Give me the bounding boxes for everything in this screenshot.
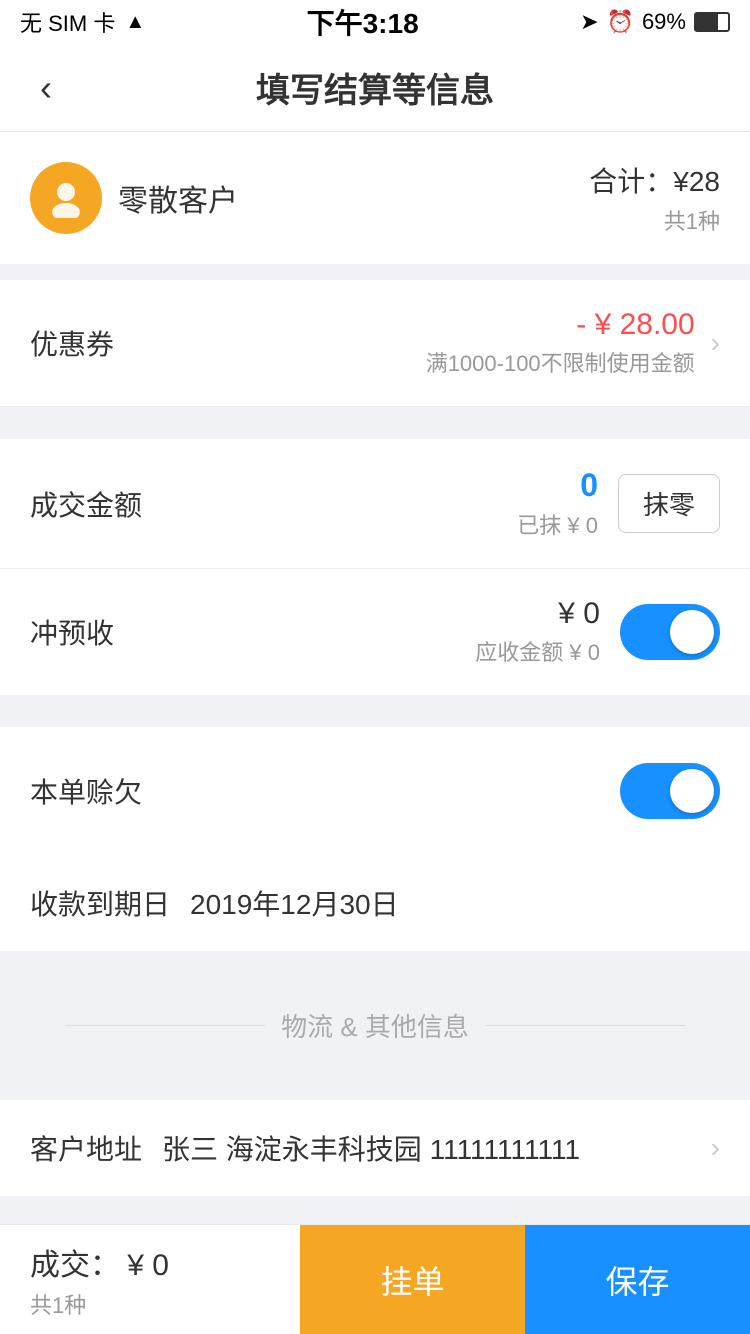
bottom-summary: 成交： ¥ 0 共1种 bbox=[0, 1240, 300, 1320]
credit-label: 本单赊欠 bbox=[30, 771, 142, 811]
address-label: 客户地址 bbox=[30, 1128, 142, 1168]
nav-bar: ‹ 填写结算等信息 bbox=[0, 44, 750, 132]
address-chevron-icon: › bbox=[711, 1132, 720, 1164]
precollect-label: 冲预收 bbox=[30, 612, 114, 652]
deal-amount-value: 0 bbox=[517, 467, 598, 504]
section-header: 物流 & 其他信息 bbox=[0, 983, 750, 1068]
battery-text: 69% bbox=[642, 9, 686, 35]
precollect-right: ¥ 0 应收金额 ¥ 0 bbox=[475, 597, 720, 667]
customer-avatar bbox=[30, 162, 102, 234]
customer-summary: 合计：¥28 共1种 bbox=[589, 160, 720, 236]
credit-row: 本单赊欠 bbox=[0, 727, 750, 855]
pending-button[interactable]: 挂单 bbox=[300, 1225, 525, 1334]
divider-1 bbox=[0, 423, 750, 439]
address-value: 张三 海淀永丰科技园 11111111111 bbox=[162, 1128, 580, 1168]
address-left: 客户地址 张三 海淀永丰科技园 11111111111 bbox=[30, 1128, 580, 1168]
address-section: 客户地址 张三 海淀永丰科技园 11111111111 › bbox=[0, 1100, 750, 1196]
bottom-bar: 成交： ¥ 0 共1种 挂单 保存 bbox=[0, 1224, 750, 1334]
save-button[interactable]: 保存 bbox=[525, 1225, 750, 1334]
credit-section: 本单赊欠 收款到期日 2019年12月30日 bbox=[0, 727, 750, 951]
customer-left: 零散客户 bbox=[30, 162, 238, 234]
nav-title: 填写结算等信息 bbox=[256, 63, 494, 112]
address-row[interactable]: 客户地址 张三 海淀永丰科技园 11111111111 › bbox=[0, 1100, 750, 1196]
wifi-icon: ▲ bbox=[125, 11, 145, 34]
coupon-right: - ¥ 28.00 满1000-100不限制使用金额 › bbox=[426, 308, 720, 378]
status-right: ➤ ⏰ 69% bbox=[580, 9, 730, 35]
coupon-label: 优惠券 bbox=[30, 323, 114, 363]
divider-2 bbox=[0, 711, 750, 727]
status-bar: 无 SIM 卡 ▲ 下午3:18 ➤ ⏰ 69% bbox=[0, 0, 750, 44]
precollect-toggle[interactable] bbox=[620, 604, 720, 660]
bottom-actions: 挂单 保存 bbox=[300, 1225, 750, 1334]
status-left: 无 SIM 卡 ▲ bbox=[20, 6, 145, 38]
coupon-row[interactable]: 优惠券 - ¥ 28.00 满1000-100不限制使用金额 › bbox=[0, 280, 750, 407]
customer-name: 零散客户 bbox=[118, 176, 238, 220]
duedate-row[interactable]: 收款到期日 2019年12月30日 bbox=[0, 855, 750, 951]
precollect-amount: ¥ 0 bbox=[475, 597, 600, 631]
divider-3 bbox=[0, 967, 750, 983]
round-zero-button[interactable]: 抹零 bbox=[618, 474, 720, 533]
customer-row: 零散客户 合计：¥28 共1种 bbox=[0, 132, 750, 264]
deal-amount-row: 成交金额 0 已抹 ¥ 0 抹零 bbox=[0, 439, 750, 569]
back-button[interactable]: ‹ bbox=[30, 57, 62, 119]
precollect-sub: 应收金额 ¥ 0 bbox=[475, 635, 600, 667]
coupon-value: - ¥ 28.00 满1000-100不限制使用金额 bbox=[426, 308, 695, 378]
content: 零散客户 合计：¥28 共1种 优惠券 - ¥ 28.00 满1000-100不… bbox=[0, 132, 750, 1332]
deal-value-col: 0 已抹 ¥ 0 bbox=[517, 467, 598, 540]
bottom-deal-label: 成交： bbox=[30, 1249, 120, 1282]
duedate-label: 收款到期日 bbox=[30, 883, 170, 923]
coupon-section: 优惠券 - ¥ 28.00 满1000-100不限制使用金额 › bbox=[0, 280, 750, 407]
bottom-count: 共1种 bbox=[30, 1288, 270, 1320]
coupon-amount: - ¥ 28.00 bbox=[426, 308, 695, 342]
location-icon: ➤ bbox=[580, 9, 598, 35]
bottom-deal: 成交： ¥ 0 bbox=[30, 1240, 270, 1284]
alarm-icon: ⏰ bbox=[607, 9, 634, 35]
credit-toggle[interactable] bbox=[620, 763, 720, 819]
precollect-value-col: ¥ 0 应收金额 ¥ 0 bbox=[475, 597, 600, 667]
coupon-desc: 满1000-100不限制使用金额 bbox=[426, 346, 695, 378]
customer-count: 共1种 bbox=[589, 204, 720, 236]
precollect-row: 冲预收 ¥ 0 应收金额 ¥ 0 bbox=[0, 569, 750, 695]
carrier-text: 无 SIM 卡 bbox=[20, 6, 115, 38]
duedate-value: 2019年12月30日 bbox=[190, 883, 399, 923]
section-header-label: 物流 & 其他信息 bbox=[281, 1007, 469, 1044]
deal-amount-sub: 已抹 ¥ 0 bbox=[517, 508, 598, 540]
bottom-deal-amount: ¥ 0 bbox=[127, 1249, 169, 1282]
status-time: 下午3:18 bbox=[307, 2, 419, 42]
customer-total: 合计：¥28 bbox=[589, 160, 720, 200]
battery-icon bbox=[694, 12, 730, 32]
deal-section: 成交金额 0 已抹 ¥ 0 抹零 冲预收 ¥ 0 应收金额 ¥ 0 bbox=[0, 439, 750, 695]
deal-right: 0 已抹 ¥ 0 抹零 bbox=[517, 467, 720, 540]
divider-4 bbox=[0, 1084, 750, 1100]
deal-amount-label: 成交金额 bbox=[30, 484, 142, 524]
coupon-chevron-icon: › bbox=[711, 327, 720, 359]
